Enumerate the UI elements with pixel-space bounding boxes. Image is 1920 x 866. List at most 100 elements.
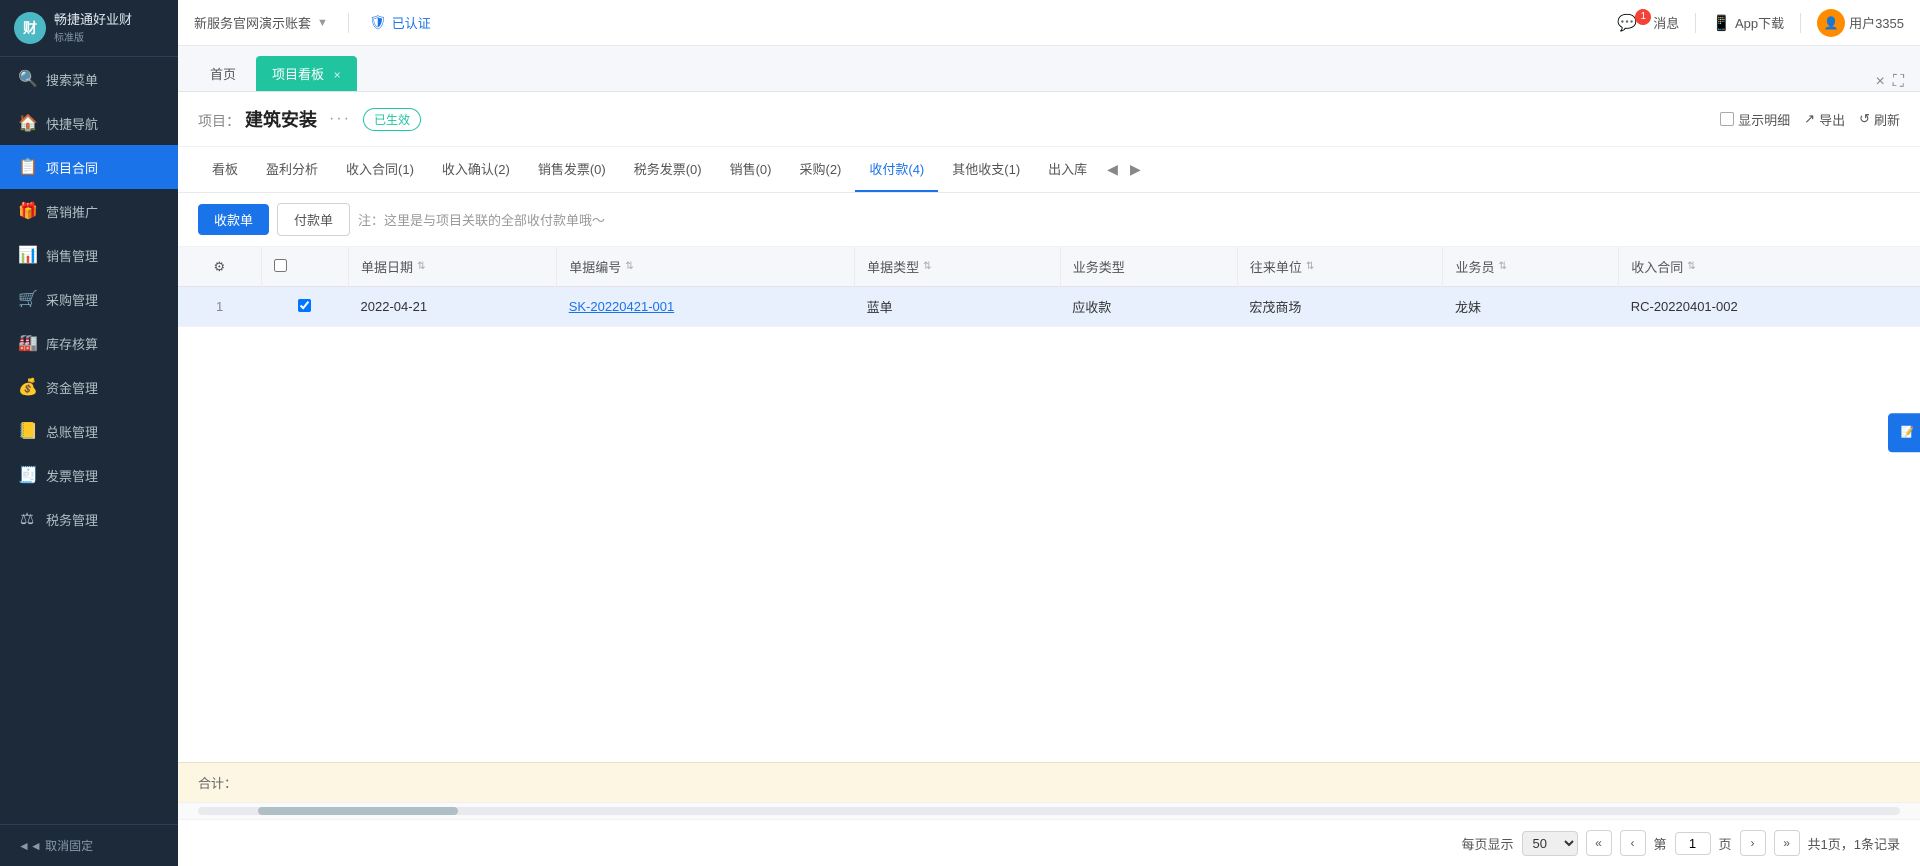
- ledger-icon: 📒: [18, 421, 36, 441]
- subnav-sales[interactable]: 销售(0): [716, 147, 786, 192]
- tab-home[interactable]: 首页: [194, 56, 252, 91]
- shoukuan-button[interactable]: 收款单: [198, 204, 269, 235]
- subnav-income-contract-label: 收入合同(1): [346, 162, 414, 177]
- th-counterparty[interactable]: 往来单位 ⇅: [1237, 247, 1443, 287]
- sidebar-item-label: 快捷导航: [46, 114, 98, 133]
- sidebar-item-ledger[interactable]: 📒 总账管理: [0, 409, 178, 453]
- table-footer-total: 合计：: [178, 762, 1920, 802]
- select-all-checkbox[interactable]: [274, 259, 287, 272]
- sort-icon: ⇅: [1499, 261, 1507, 272]
- export-action[interactable]: ↗ 导出: [1804, 110, 1845, 129]
- th-income-contract-label: 收入合同: [1631, 257, 1683, 276]
- table-wrapper[interactable]: ⚙ 单据日期 ⇅: [178, 247, 1920, 762]
- message-icon: 💬: [1617, 13, 1637, 33]
- subnav-payment[interactable]: 收付款(4): [855, 147, 938, 192]
- subnav-next-arrow[interactable]: ▶: [1124, 153, 1147, 186]
- sales-icon: 📊: [18, 245, 36, 265]
- subnav-profit[interactable]: 盈利分析: [252, 147, 332, 192]
- sidebar-item-inventory[interactable]: 🏭 库存核算: [0, 321, 178, 365]
- subnav-purchase[interactable]: 采购(2): [785, 147, 855, 192]
- sidebar-nav: 🔍 搜索菜单 🏠 快捷导航 📋 项目合同 🎁 营销推广 📊 销售管理 🛒 采购管…: [0, 57, 178, 824]
- pagination-next-button[interactable]: ›: [1740, 830, 1766, 856]
- th-biz-type-label: 业务类型: [1073, 260, 1125, 275]
- content-area: 收款单 付款单 注：这里是与项目关联的全部收付款单哦～ ⚙: [178, 193, 1920, 866]
- sidebar-item-invoice[interactable]: 🧾 发票管理: [0, 453, 178, 497]
- subnav-sales-invoice[interactable]: 销售发票(0): [524, 147, 620, 192]
- project-switcher[interactable]: 新服务官网演示账套 ▼: [194, 13, 328, 32]
- td-index: 1: [178, 287, 261, 327]
- subnav-income-contract[interactable]: 收入合同(1): [332, 147, 428, 192]
- sub-nav: 看板 盈利分析 收入合同(1) 收入确认(2) 销售发票(0) 税务发票(0) …: [178, 147, 1920, 193]
- pagination-last-button[interactable]: »: [1774, 830, 1800, 856]
- contract-icon: 📋: [18, 157, 36, 177]
- project-more-button[interactable]: ···: [329, 110, 351, 128]
- td-checkbox[interactable]: [261, 287, 348, 327]
- sidebar-item-marketing[interactable]: 🎁 营销推广: [0, 189, 178, 233]
- subnav-other-income[interactable]: 其他收支(1): [938, 147, 1034, 192]
- subnav-kanban[interactable]: 看板: [198, 147, 252, 192]
- sidebar-logo: 财 畅捷通好业财 标准版: [0, 0, 178, 57]
- tab-project-board-label: 项目看板: [272, 67, 324, 82]
- th-date[interactable]: 单据日期 ⇅: [349, 247, 557, 287]
- tab-home-label: 首页: [210, 67, 236, 82]
- sort-icon: ⇅: [1306, 261, 1314, 272]
- sidebar-item-quicknav[interactable]: 🏠 快捷导航: [0, 101, 178, 145]
- sidebar-item-tax[interactable]: ⚖ 税务管理: [0, 497, 178, 541]
- page-number-input[interactable]: [1675, 832, 1711, 855]
- pagination-prev-button[interactable]: ‹: [1620, 830, 1646, 856]
- sidebar-item-label: 搜索菜单: [46, 70, 98, 89]
- sidebar-item-project[interactable]: 📋 项目合同: [0, 145, 178, 189]
- header-divider: [348, 13, 349, 33]
- header-right-divider1: [1695, 13, 1696, 33]
- header-right: 💬 1 消息 📱 App下载 👤 用户3355: [1617, 9, 1904, 37]
- th-type[interactable]: 单据类型 ⇅: [855, 247, 1061, 287]
- table-scrollbar-thumb[interactable]: [258, 807, 458, 815]
- th-income-contract[interactable]: 收入合同 ⇅: [1619, 247, 1920, 287]
- subnav-tax-invoice[interactable]: 税务发票(0): [620, 147, 716, 192]
- sidebar-item-fund[interactable]: 💰 资金管理: [0, 365, 178, 409]
- fukuan-button[interactable]: 付款单: [277, 203, 350, 236]
- per-page-select[interactable]: 50 20 100: [1522, 831, 1578, 856]
- project-title-prefix: 项目：: [198, 113, 240, 129]
- td-number-link[interactable]: SK-20220421-001: [569, 299, 675, 314]
- table-scrollbar-track[interactable]: [198, 807, 1900, 815]
- td-number[interactable]: SK-20220421-001: [557, 287, 855, 327]
- pagination-first-button[interactable]: «: [1586, 830, 1612, 856]
- message-button[interactable]: 💬 1 消息: [1617, 13, 1679, 33]
- user-menu[interactable]: 👤 用户3355: [1817, 9, 1904, 37]
- subnav-prev-arrow[interactable]: ◀: [1101, 153, 1124, 186]
- tab-close-icon[interactable]: ×: [334, 68, 341, 82]
- inventory-icon: 🏭: [18, 333, 36, 353]
- sidebar-item-label: 销售管理: [46, 246, 98, 265]
- search-icon: 🔍: [18, 69, 36, 89]
- subnav-warehouse[interactable]: 出入库: [1034, 147, 1101, 192]
- th-number[interactable]: 单据编号 ⇅: [557, 247, 855, 287]
- display-detail-action[interactable]: 显示明细: [1720, 110, 1790, 129]
- notification-badge: 1: [1635, 9, 1651, 25]
- window-close-button[interactable]: ×: [1875, 73, 1884, 91]
- sidebar-item-sales[interactable]: 📊 销售管理: [0, 233, 178, 277]
- subnav-sales-label: 销售(0): [730, 162, 772, 177]
- th-settings[interactable]: ⚙: [178, 247, 261, 287]
- th-salesperson[interactable]: 业务员 ⇅: [1443, 247, 1619, 287]
- subnav-income-confirm[interactable]: 收入确认(2): [428, 147, 524, 192]
- settings-icon[interactable]: ⚙: [214, 259, 226, 274]
- sidebar-item-search[interactable]: 🔍 搜索菜单: [0, 57, 178, 101]
- sidebar-unpin-button[interactable]: ◄◄ 取消固定: [0, 824, 178, 866]
- table-row[interactable]: 1 2022-04-21 SK-20220421-001 蓝单 应收款 宏茂商场: [178, 287, 1920, 327]
- invoice-icon: 🧾: [18, 465, 36, 485]
- sidebar-item-purchase[interactable]: 🛒 采购管理: [0, 277, 178, 321]
- right-action-button[interactable]: 📝: [1888, 413, 1920, 452]
- tab-project-board[interactable]: 项目看板 ×: [256, 56, 357, 91]
- app-download-button[interactable]: 📱 App下载: [1712, 13, 1784, 32]
- th-counterparty-label: 往来单位: [1250, 257, 1302, 276]
- window-maximize-button[interactable]: ⛶: [1893, 73, 1904, 91]
- chevron-down-icon: ▼: [317, 17, 328, 29]
- subnav-payment-label: 收付款(4): [869, 162, 924, 177]
- row-checkbox[interactable]: [298, 299, 311, 312]
- detail-checkbox[interactable]: [1720, 112, 1734, 126]
- refresh-action[interactable]: ↺ 刷新: [1859, 110, 1900, 129]
- th-checkbox[interactable]: [261, 247, 348, 287]
- user-label: 用户3355: [1849, 13, 1904, 32]
- project-name: 新服务官网演示账套: [194, 13, 311, 32]
